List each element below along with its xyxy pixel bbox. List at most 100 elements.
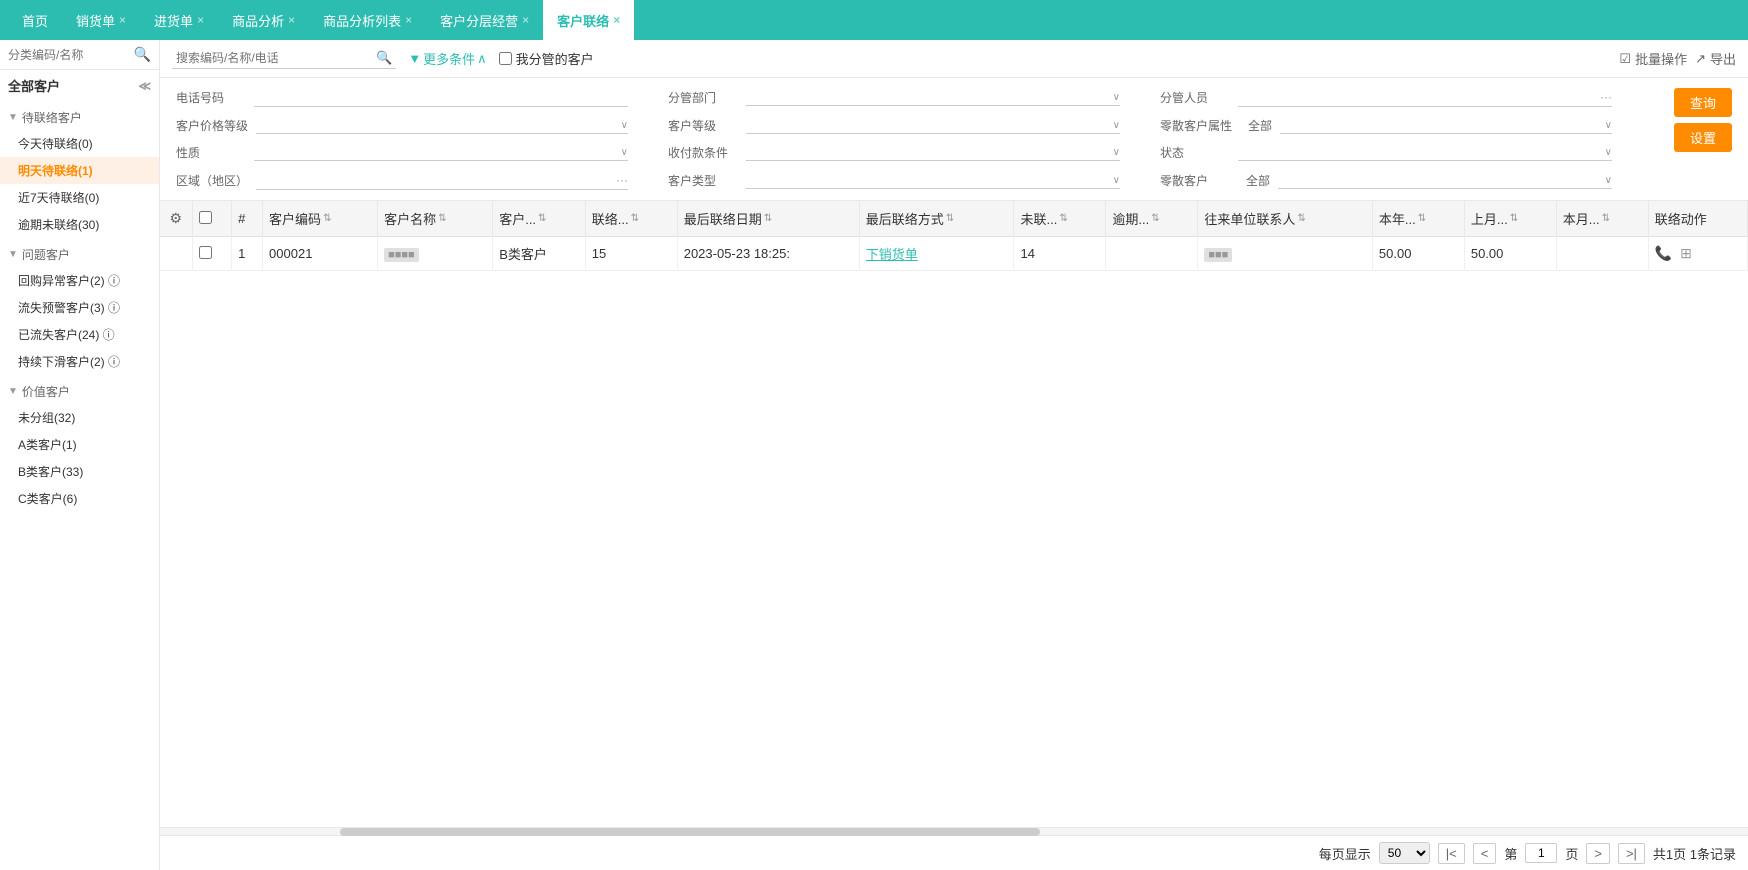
area-select[interactable]: ··· <box>256 171 628 190</box>
payment-select[interactable]: ∨ <box>746 145 1120 161</box>
per-page-select[interactable]: 50 10 20 100 <box>1379 842 1430 864</box>
sidebar-item-churn-warning[interactable]: 流失预警客户(3) ⓘ <box>0 294 159 321</box>
prev-page-btn[interactable]: < <box>1473 843 1497 864</box>
sidebar-item-7days[interactable]: 近7天待联络(0) <box>0 184 159 211</box>
filter-customer-type: 客户类型 ∨ <box>668 172 1120 189</box>
nav-customer-tier[interactable]: 客户分层经营 × <box>426 0 543 40</box>
nav-analysis-list[interactable]: 商品分析列表 × <box>309 0 426 40</box>
nav-purchase[interactable]: 进货单 × <box>140 0 218 40</box>
table-header-contact: 联络...⇅ <box>585 201 677 237</box>
sidebar-item-ungrouped[interactable]: 未分组(32) <box>0 404 159 431</box>
table-header-last-way: 最后联络方式⇅ <box>859 201 1014 237</box>
retail-attr-select[interactable]: ∨ <box>1280 118 1612 134</box>
first-page-btn[interactable]: |< <box>1438 843 1465 864</box>
filter-person: 分管人员 ··· <box>1160 88 1612 107</box>
nav-close-analysis[interactable]: × <box>288 13 295 27</box>
not-contacted-sort-icon[interactable]: ⇅ <box>1059 213 1067 224</box>
nav-close-customer-contact[interactable]: × <box>613 13 620 27</box>
sidebar-all-customers[interactable]: 全部客户 ≪ <box>0 70 159 101</box>
sidebar-item-today[interactable]: 今天待联络(0) <box>0 130 159 157</box>
unit-contact-sort-icon[interactable]: ⇅ <box>1297 213 1305 224</box>
row-select-checkbox[interactable] <box>199 246 212 259</box>
sidebar-item-declining[interactable]: 持续下滑客户(2) ⓘ <box>0 348 159 375</box>
more-filter-btn[interactable]: ▼ 更多条件 ∧ <box>408 49 486 68</box>
status-arrow-icon: ∨ <box>1605 147 1612 158</box>
row-last-month: 50.00 <box>1464 237 1556 271</box>
sidebar-item-c-class[interactable]: C类客户(6) <box>0 485 159 512</box>
nav-close-analysis-list[interactable]: × <box>405 13 412 27</box>
this-year-sort-icon[interactable]: ⇅ <box>1418 213 1426 224</box>
type-sort-icon[interactable]: ⇅ <box>538 213 546 224</box>
nav-close-sales[interactable]: × <box>119 13 126 27</box>
overdue-sort-icon[interactable]: ⇅ <box>1151 213 1159 224</box>
table-header-overdue: 逾期...⇅ <box>1106 201 1198 237</box>
grid-action-icon[interactable]: ⊞ <box>1680 245 1692 262</box>
status-select[interactable]: ∨ <box>1238 145 1612 161</box>
filter-retail-attr: 零散客户属性 全部 ∨ <box>1160 117 1612 134</box>
phone-action-icon[interactable]: 📞 <box>1655 245 1672 262</box>
last-page-btn[interactable]: >| <box>1618 843 1645 864</box>
sidebar-search-input[interactable] <box>8 48 134 62</box>
settings-button[interactable]: 设置 <box>1674 123 1732 152</box>
name-sort-icon[interactable]: ⇅ <box>438 213 446 224</box>
search-input[interactable] <box>176 51 376 65</box>
nav-close-purchase[interactable]: × <box>197 13 204 27</box>
retail-customer-select[interactable]: ∨ <box>1278 173 1612 189</box>
page-input[interactable] <box>1525 843 1557 863</box>
customer-type-select[interactable]: ∨ <box>746 173 1120 189</box>
this-month-sort-icon[interactable]: ⇅ <box>1602 213 1610 224</box>
scrollbar-thumb[interactable] <box>340 828 1040 836</box>
nav-customer-contact[interactable]: 客户联络 × <box>543 0 634 40</box>
sidebar-item-a-class[interactable]: A类客户(1) <box>0 431 159 458</box>
filter-row-1: 电话号码 分管部门 ∨ 分管人员 ··· <box>176 88 1732 107</box>
row-overdue <box>1106 237 1198 271</box>
last-month-sort-icon[interactable]: ⇅ <box>1510 213 1518 224</box>
row-contact: 15 <box>585 237 677 271</box>
nav-home[interactable]: 首页 <box>8 0 62 40</box>
sidebar-group-pending[interactable]: 待联络客户 <box>0 105 159 130</box>
customer-type-arrow-icon: ∨ <box>1113 175 1120 186</box>
horizontal-scrollbar[interactable] <box>160 827 1748 835</box>
last-date-sort-icon[interactable]: ⇅ <box>764 213 772 224</box>
sidebar-item-repurchase-abnormal[interactable]: 回购异常客户(2) ⓘ <box>0 267 159 294</box>
table-header-gear[interactable]: ⚙ <box>160 201 192 237</box>
row-name: ■■■■ <box>378 237 493 271</box>
my-customers-checkbox[interactable] <box>499 52 512 65</box>
gear-icon[interactable]: ⚙ <box>169 210 182 226</box>
search-bar: 🔍 ▼ 更多条件 ∧ 我分管的客户 ☑ 批量操作 ↗ 导出 <box>160 40 1748 78</box>
customer-level-select[interactable]: ∨ <box>746 118 1120 134</box>
page-unit: 页 <box>1565 844 1578 863</box>
export-btn[interactable]: ↗ 导出 <box>1695 49 1736 68</box>
nav-analysis[interactable]: 商品分析 × <box>218 0 309 40</box>
table-header-this-year: 本年...⇅ <box>1372 201 1464 237</box>
query-button[interactable]: 查询 <box>1674 88 1732 117</box>
sidebar-search-wrap: 🔍 <box>0 40 159 70</box>
sidebar-item-b-class[interactable]: B类客户(33) <box>0 458 159 485</box>
search-icon[interactable]: 🔍 <box>376 50 392 66</box>
sidebar-item-churned[interactable]: 已流失客户(24) ⓘ <box>0 321 159 348</box>
dept-select[interactable]: ∨ <box>746 90 1120 106</box>
person-select[interactable]: ··· <box>1238 88 1612 107</box>
table-header-last-date: 最后联络日期⇅ <box>677 201 859 237</box>
gender-select[interactable]: ∨ <box>254 145 628 161</box>
nav-sales[interactable]: 销货单 × <box>62 0 140 40</box>
table-header-this-month: 本月...⇅ <box>1556 201 1648 237</box>
sidebar-item-tomorrow[interactable]: 明天待联络(1) <box>0 157 159 184</box>
sidebar-search-icon[interactable]: 🔍 <box>134 46 151 63</box>
main-layout: 🔍 全部客户 ≪ 待联络客户 今天待联络(0) 明天待联络(1) 近7天待联络(… <box>0 40 1748 870</box>
nav-close-customer-tier[interactable]: × <box>522 13 529 27</box>
phone-input[interactable] <box>254 88 628 107</box>
sidebar-item-overdue[interactable]: 逾期未联络(30) <box>0 211 159 238</box>
value-level-select[interactable]: ∨ <box>256 118 628 134</box>
sidebar-group-value[interactable]: 价值客户 <box>0 379 159 404</box>
select-all-checkbox[interactable] <box>199 211 212 224</box>
checkbox-icon: ☑ <box>1619 51 1631 67</box>
next-page-btn[interactable]: > <box>1586 843 1610 864</box>
last-way-sort-icon[interactable]: ⇅ <box>946 213 954 224</box>
contact-sort-icon[interactable]: ⇅ <box>631 213 639 224</box>
retail-attr-arrow-icon: ∨ <box>1605 120 1612 131</box>
last-way-link[interactable]: 下销货单 <box>866 247 918 262</box>
sidebar-group-problem[interactable]: 问题客户 <box>0 242 159 267</box>
batch-operation-btn[interactable]: ☑ 批量操作 <box>1619 49 1687 68</box>
code-sort-icon[interactable]: ⇅ <box>323 213 331 224</box>
